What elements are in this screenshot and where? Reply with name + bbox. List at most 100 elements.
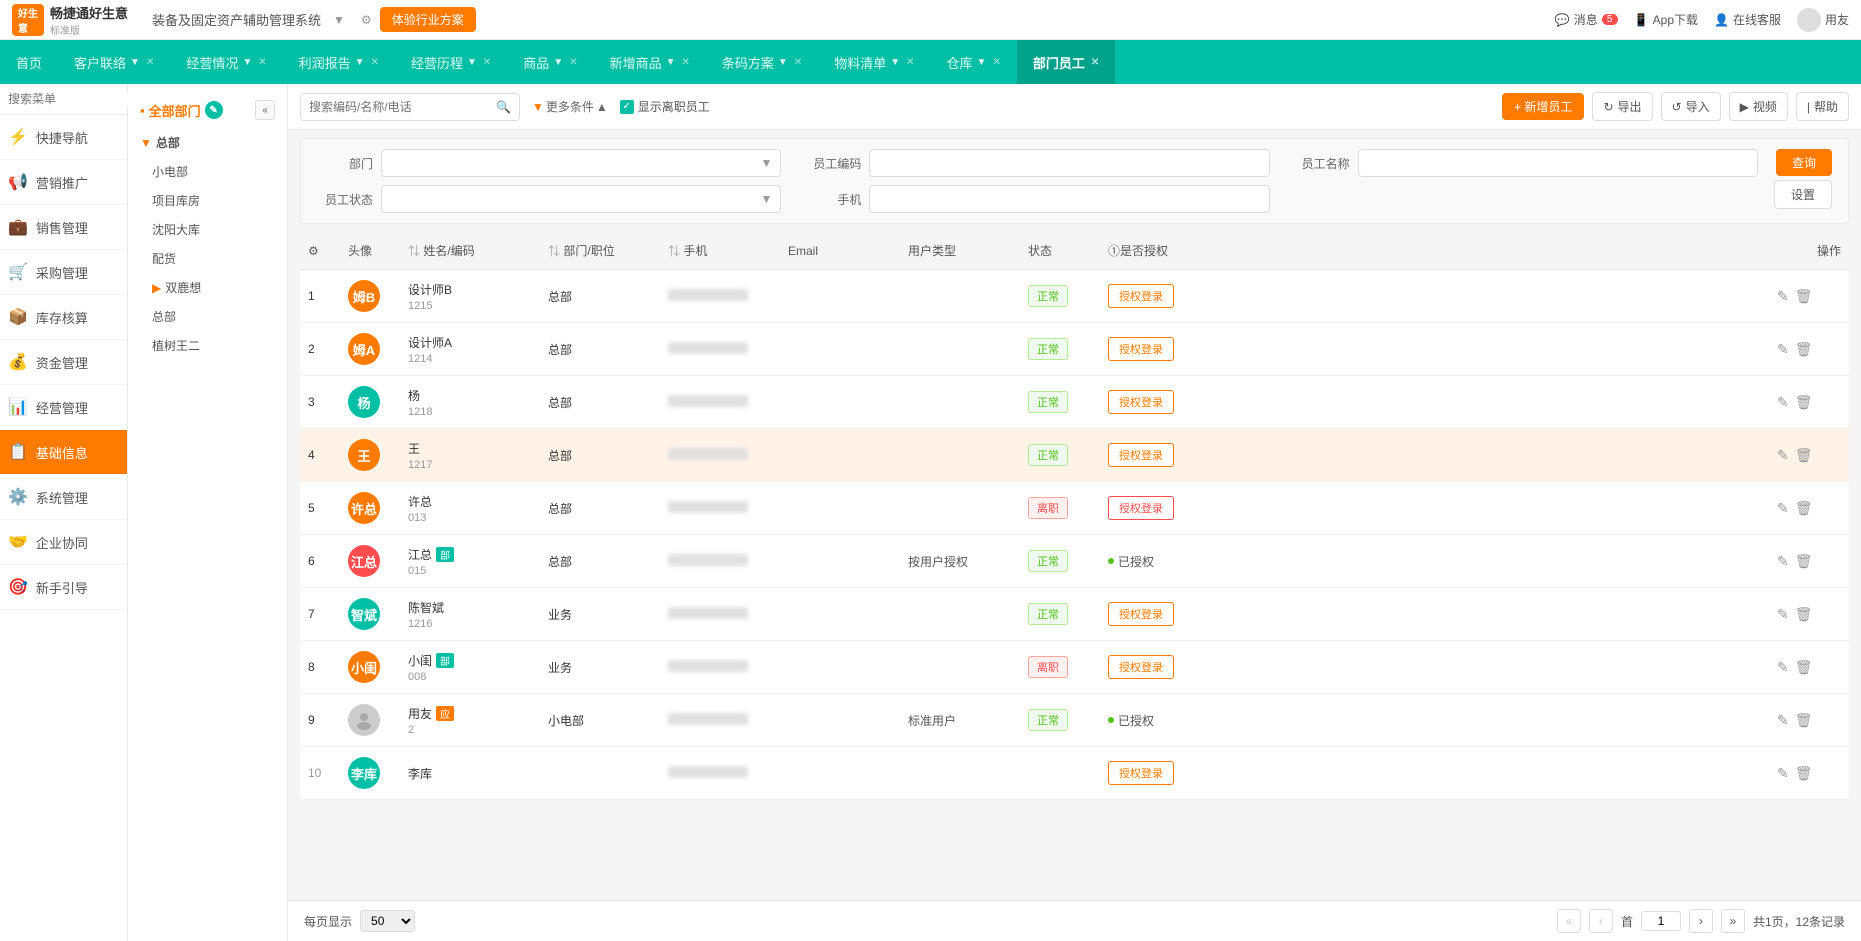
delete-icon[interactable]: 🗑: [1795, 765, 1813, 782]
dept-edit-icon[interactable]: ✎: [205, 101, 223, 119]
close-icon[interactable]: ✕: [992, 57, 1000, 68]
reset-button[interactable]: 设置: [1774, 180, 1832, 209]
delete-icon[interactable]: 🗑: [1795, 712, 1813, 729]
auth-login-button[interactable]: 授权登录: [1108, 655, 1174, 679]
tab-bom[interactable]: 物料清单▼✕: [818, 40, 930, 84]
close-icon[interactable]: ✕: [1091, 57, 1099, 68]
sidebar-item-system[interactable]: ⚙️ 系统管理: [0, 475, 127, 520]
sidebar-item-operations[interactable]: 📊 经营管理: [0, 385, 127, 430]
auth-login-button[interactable]: 授权登录: [1108, 761, 1174, 785]
sidebar-item-marketing[interactable]: 📢 营销推广: [0, 160, 127, 205]
close-icon[interactable]: ✕: [682, 57, 690, 68]
delete-icon[interactable]: 🗑: [1795, 394, 1813, 411]
add-employee-button[interactable]: + 新增员工: [1502, 93, 1584, 120]
edit-icon[interactable]: ✎: [1777, 500, 1789, 517]
more-conditions-btn[interactable]: ▼ 更多条件 ▲: [532, 98, 608, 115]
export-button[interactable]: ↻ 导出: [1592, 92, 1652, 121]
sidebar-item-basic[interactable]: 📋 基础信息: [0, 430, 127, 475]
tab-employees[interactable]: 部门员工✕: [1017, 40, 1115, 84]
filter-empname-input[interactable]: [1358, 149, 1758, 177]
close-icon[interactable]: ✕: [258, 57, 266, 68]
delete-icon[interactable]: 🗑: [1795, 447, 1813, 464]
page-size-select[interactable]: 50 100: [360, 910, 415, 932]
delete-icon[interactable]: 🗑: [1795, 341, 1813, 358]
filter-empcode-input[interactable]: [869, 149, 1269, 177]
sidebar-item-finance[interactable]: 💰 资金管理: [0, 340, 127, 385]
delete-icon[interactable]: 🗑: [1795, 606, 1813, 623]
edit-icon[interactable]: ✎: [1777, 447, 1789, 464]
first-page-btn[interactable]: «: [1557, 909, 1581, 933]
filter-phone-input[interactable]: [869, 185, 1269, 213]
tab-customer[interactable]: 客户联络▼✕: [58, 40, 170, 84]
tab-history[interactable]: 经营历程▼✕: [395, 40, 507, 84]
tab-operations[interactable]: 经营情况▼✕: [170, 40, 282, 84]
auth-login-button[interactable]: 授权登录: [1108, 390, 1174, 414]
close-icon[interactable]: ✕: [906, 57, 914, 68]
gear-icon[interactable]: ⚙: [361, 13, 372, 27]
experience-button[interactable]: 体验行业方案: [380, 7, 476, 32]
close-icon[interactable]: ✕: [483, 57, 491, 68]
dept-node-project[interactable]: 项目库房: [128, 186, 287, 215]
tab-profit[interactable]: 利润报告▼✕: [283, 40, 395, 84]
delete-icon[interactable]: 🗑: [1795, 288, 1813, 305]
query-button[interactable]: 查询: [1776, 149, 1832, 176]
close-icon[interactable]: ✕: [794, 57, 802, 68]
app-download-button[interactable]: 📱 App下载: [1634, 11, 1698, 28]
dept-node-shenyang[interactable]: 沈阳大库: [128, 215, 287, 244]
purchase-icon: 🛒: [8, 262, 28, 282]
sidebar-item-quick[interactable]: ⚡ 快捷导航: [0, 115, 127, 160]
sidebar-item-collab[interactable]: 🤝 企业协同: [0, 520, 127, 565]
edit-icon[interactable]: ✎: [1777, 394, 1789, 411]
filter-status-select[interactable]: ▼: [381, 185, 781, 213]
dept-node-general[interactable]: ▼总部: [128, 128, 287, 157]
auth-login-button[interactable]: 授权登录: [1108, 496, 1174, 520]
edit-icon[interactable]: ✎: [1777, 341, 1789, 358]
sidebar-item-inventory[interactable]: 📦 库存核算: [0, 295, 127, 340]
dept-tree-collapse-btn[interactable]: «: [255, 100, 275, 120]
view-button[interactable]: ▶ 视频: [1729, 92, 1788, 121]
close-icon[interactable]: ✕: [146, 57, 154, 68]
sidebar-item-guide[interactable]: 🎯 新手引导: [0, 565, 127, 610]
delete-icon[interactable]: 🗑: [1795, 500, 1813, 517]
help-button[interactable]: | 帮助: [1796, 92, 1849, 121]
dept-node-electronics[interactable]: 小电部: [128, 157, 287, 186]
filter-dept-select[interactable]: ▼: [381, 149, 781, 177]
delete-icon[interactable]: 🗑: [1795, 553, 1813, 570]
auth-login-button[interactable]: 授权登录: [1108, 443, 1174, 467]
edit-icon[interactable]: ✎: [1777, 553, 1789, 570]
delete-icon[interactable]: 🗑: [1795, 659, 1813, 676]
last-page-btn[interactable]: »: [1721, 909, 1745, 933]
edit-icon[interactable]: ✎: [1777, 712, 1789, 729]
dept-node-plant[interactable]: 植树王二: [128, 331, 287, 360]
edit-icon[interactable]: ✎: [1777, 606, 1789, 623]
system-dropdown-arrow[interactable]: ▼: [333, 13, 345, 27]
sidebar-item-purchase[interactable]: 🛒 采购管理: [0, 250, 127, 295]
chevron-down-icon: ▼: [977, 57, 987, 68]
auth-login-button[interactable]: 授权登录: [1108, 602, 1174, 626]
auth-login-button[interactable]: 授权登录: [1108, 337, 1174, 361]
auth-login-button[interactable]: 授权登录: [1108, 284, 1174, 308]
edit-icon[interactable]: ✎: [1777, 288, 1789, 305]
dept-node-distribution[interactable]: 配货: [128, 244, 287, 273]
import-button[interactable]: ↺ 导入: [1661, 92, 1721, 121]
tab-goods[interactable]: 商品▼✕: [507, 40, 593, 84]
show-resigned-toggle[interactable]: ✓ 显示离职员工: [620, 98, 710, 115]
edit-icon[interactable]: ✎: [1777, 659, 1789, 676]
dept-node-headquarter[interactable]: 总部: [128, 302, 287, 331]
sidebar-item-sales[interactable]: 💼 销售管理: [0, 205, 127, 250]
close-icon[interactable]: ✕: [569, 57, 577, 68]
tab-warehouse[interactable]: 仓库▼✕: [931, 40, 1017, 84]
dept-node-shuanglu[interactable]: ▶双鹿想: [128, 273, 287, 302]
user-area[interactable]: 用友: [1797, 8, 1849, 32]
message-button[interactable]: 💬 消息 5: [1555, 11, 1618, 28]
online-service-button[interactable]: 👤 在线客服: [1714, 11, 1781, 28]
edit-icon[interactable]: ✎: [1777, 765, 1789, 782]
page-number-input[interactable]: [1641, 911, 1681, 931]
tab-new-goods[interactable]: 新增商品▼✕: [594, 40, 706, 84]
next-page-btn[interactable]: ›: [1689, 909, 1713, 933]
close-icon[interactable]: ✕: [371, 57, 379, 68]
tab-barcode[interactable]: 条码方案▼✕: [706, 40, 818, 84]
search-input[interactable]: [309, 100, 496, 114]
tab-home[interactable]: 首页: [0, 40, 58, 84]
prev-page-btn[interactable]: ‹: [1589, 909, 1613, 933]
